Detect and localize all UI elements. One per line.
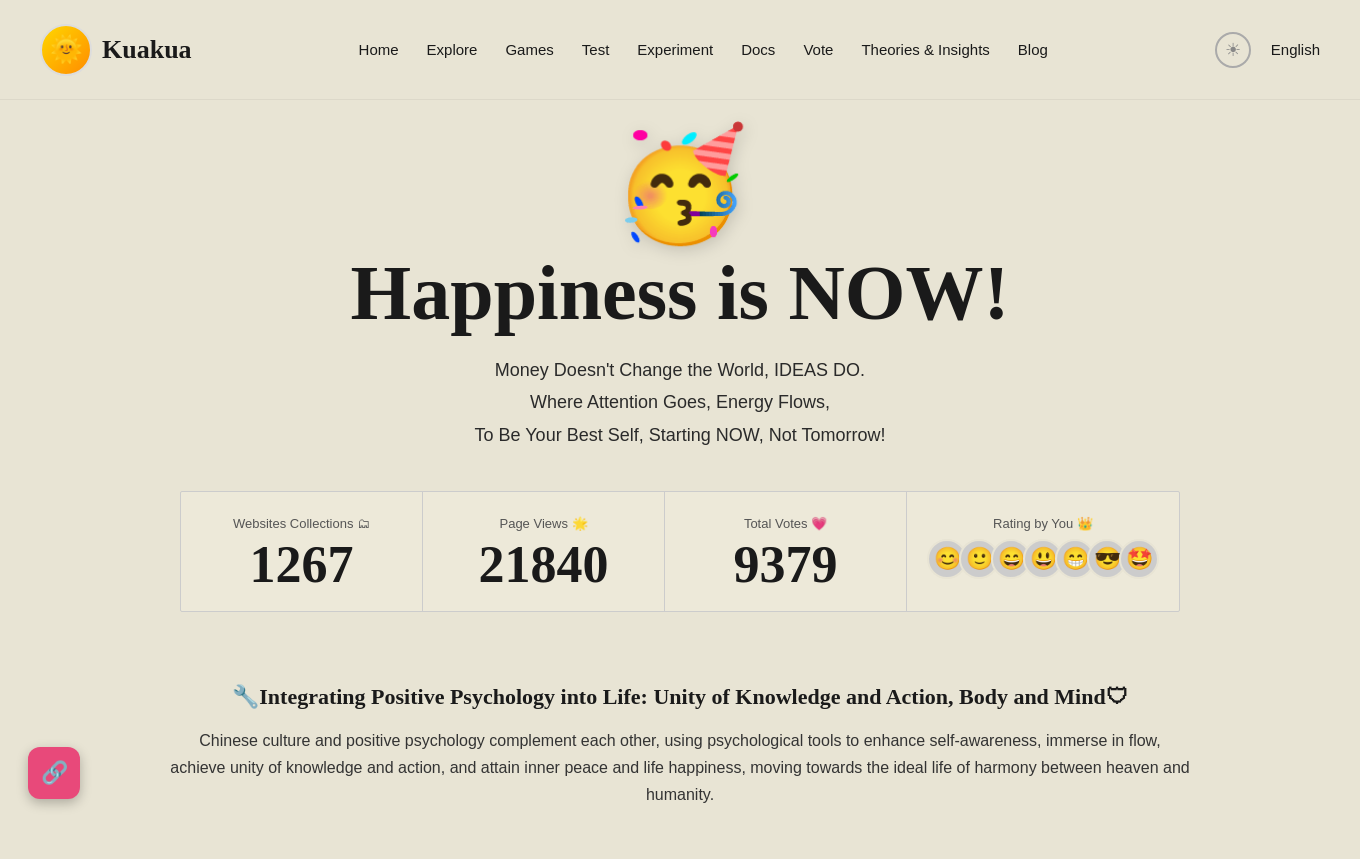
- nav-links: Home Explore Games Test Experiment Docs Vote Th…: [359, 41, 1048, 59]
- stat-value: 9379: [685, 539, 886, 591]
- language-button[interactable]: English: [1271, 41, 1320, 58]
- hero-section: 🥳 Happiness is NOW! Money Doesn't Change…: [0, 100, 1360, 672]
- nav-link-test[interactable]: Test: [582, 41, 610, 58]
- stat-cell-votes: Total Votes 💗 9379: [665, 492, 907, 611]
- stat-cell-websites: Websites Collections 🗂 1267: [181, 492, 423, 611]
- section-title: 🔧Integrating Positive Psychology into Li…: [0, 682, 1360, 713]
- hero-subtitle-line: To Be Your Best Self, Starting NOW, Not …: [475, 419, 886, 451]
- nav-link-docs[interactable]: Docs: [741, 41, 775, 58]
- stat-label: Websites Collections 🗂: [201, 516, 402, 531]
- sun-icon: ☀: [1225, 39, 1241, 61]
- nav-link-theories[interactable]: Theories & Insights: [861, 41, 989, 58]
- stat-value: 21840: [443, 539, 644, 591]
- avatar-row: 😊🙂😄😃😁😎🤩: [927, 539, 1159, 579]
- logo-link[interactable]: 🌞 Kuakua: [40, 24, 192, 76]
- logo-text: Kuakua: [102, 35, 192, 65]
- section-description: Chinese culture and positive psychology …: [130, 727, 1230, 809]
- theme-toggle-button[interactable]: ☀: [1215, 32, 1251, 68]
- nav-link-games[interactable]: Games: [505, 41, 553, 58]
- nav-link-vote[interactable]: Vote: [803, 41, 833, 58]
- hero-emoji: 🥳: [612, 130, 749, 240]
- nav-link-blog[interactable]: Blog: [1018, 41, 1048, 58]
- stat-label: Total Votes 💗: [685, 516, 886, 531]
- nav-link-home[interactable]: Home: [359, 41, 399, 58]
- hero-subtitle: Money Doesn't Change the World, IDEAS DO…: [475, 354, 886, 451]
- nav-link-experiment[interactable]: Experiment: [637, 41, 713, 58]
- nav-right: ☀ English: [1215, 32, 1320, 68]
- floating-link-button[interactable]: 🔗: [28, 747, 80, 799]
- link-icon: 🔗: [41, 760, 68, 786]
- stats-row: Websites Collections 🗂 1267 Page Views 🌟 21…: [180, 491, 1180, 612]
- stat-label: Page Views 🌟: [443, 516, 644, 531]
- hero-subtitle-line: Money Doesn't Change the World, IDEAS DO…: [475, 354, 886, 386]
- hero-subtitle-line: Where Attention Goes, Energy Flows,: [475, 386, 886, 418]
- stat-cell-pageviews: Page Views 🌟 21840: [423, 492, 665, 611]
- nav-link-explore[interactable]: Explore: [427, 41, 478, 58]
- intro-section: 🔧Integrating Positive Psychology into Li…: [0, 672, 1360, 838]
- stat-value: 1267: [201, 539, 402, 591]
- avatar: 🤩: [1119, 539, 1159, 579]
- stat-label: Rating by You 👑: [927, 516, 1159, 531]
- stat-cell-rating: Rating by You 👑 😊🙂😄😃😁😎🤩: [907, 492, 1179, 611]
- hero-title: Happiness is NOW!: [351, 250, 1010, 336]
- navbar: 🌞 Kuakua Home Explore Games Test Experiment D…: [0, 0, 1360, 100]
- logo-icon: 🌞: [40, 24, 92, 76]
